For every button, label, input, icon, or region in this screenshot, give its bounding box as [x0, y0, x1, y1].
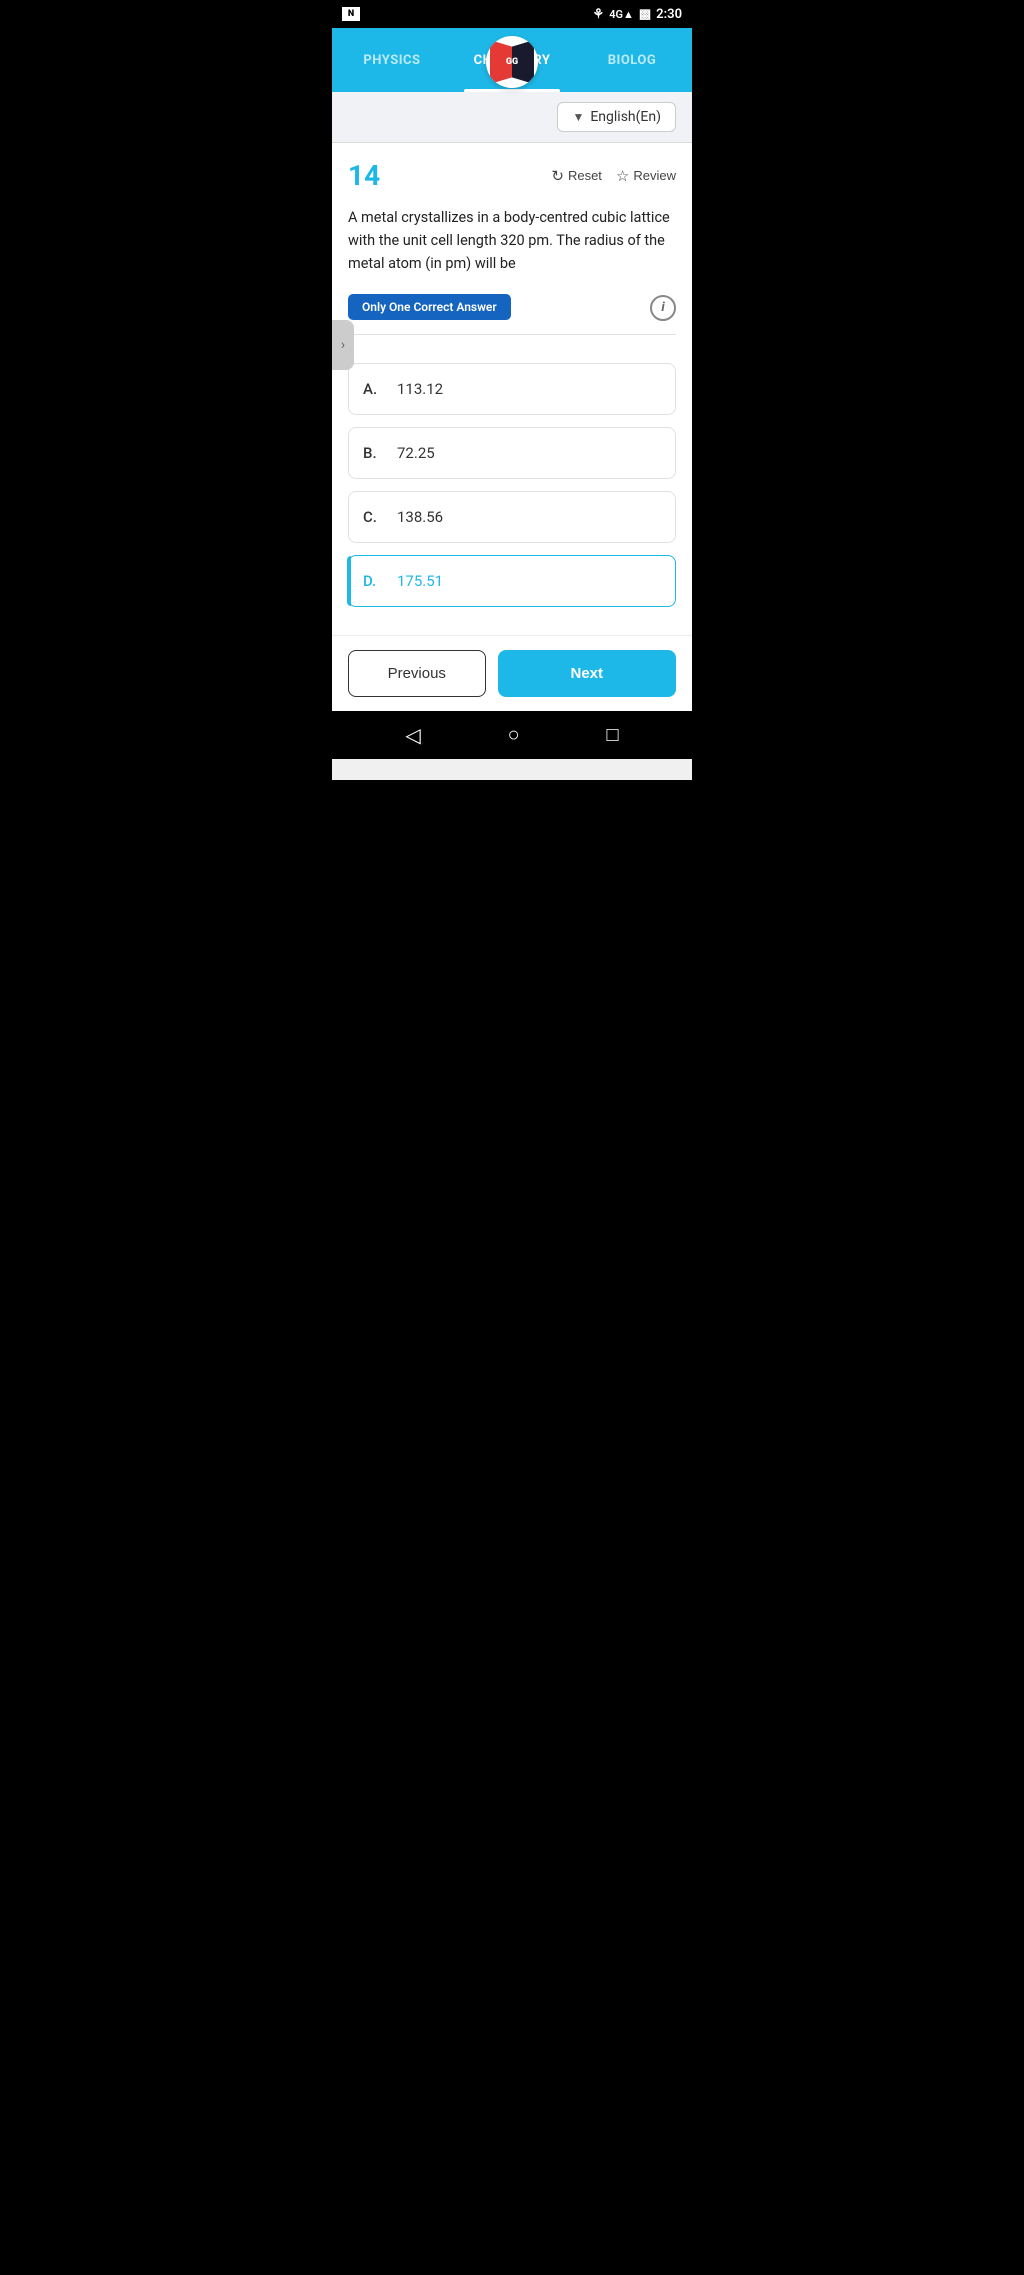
signal-icon: 4G▲ — [609, 8, 634, 21]
language-bar: ▼ English(En) — [332, 92, 692, 143]
nav-buttons: Previous Next — [332, 635, 692, 711]
question-number: 14 — [348, 159, 380, 192]
recents-icon[interactable]: □ — [606, 722, 618, 747]
chevron-down-icon: ▼ — [572, 110, 584, 124]
next-button[interactable]: Next — [498, 650, 677, 697]
app-logo: GG — [486, 36, 538, 88]
question-text: A metal crystallizes in a body-centred c… — [348, 206, 676, 276]
option-c-value: 138.56 — [397, 508, 443, 526]
option-b-value: 72.25 — [397, 444, 435, 462]
language-label: English(En) — [590, 109, 661, 125]
battery-icon: ▩ — [639, 7, 651, 22]
answer-type-badge: Only One Correct Answer — [348, 294, 511, 320]
reset-label: Reset — [568, 168, 602, 183]
back-icon[interactable]: ◁ — [405, 723, 420, 747]
option-d-letter: D. — [363, 572, 383, 590]
language-selector[interactable]: ▼ English(En) — [557, 102, 676, 132]
side-handle[interactable]: › — [332, 320, 354, 370]
option-a-letter: A. — [363, 380, 383, 398]
tab-physics[interactable]: PHYSICS — [332, 28, 452, 92]
question-header: 14 ↻ Reset ☆ Review — [348, 159, 676, 192]
logo-text: GG — [506, 57, 518, 67]
review-label: Review — [633, 168, 676, 183]
badge-row: Only One Correct Answer i — [348, 294, 676, 324]
status-bar: N ⚘ 4G▲ ▩ 2:30 — [332, 0, 692, 28]
divider — [348, 334, 676, 335]
status-left: N — [342, 7, 360, 21]
option-a[interactable]: A. 113.12 — [348, 363, 676, 415]
status-right: ⚘ 4G▲ ▩ 2:30 — [593, 7, 682, 22]
reset-button[interactable]: ↻ Reset — [551, 167, 602, 185]
time-display: 2:30 — [656, 7, 682, 22]
info-icon-wrap: i — [650, 295, 676, 321]
question-actions: ↻ Reset ☆ Review — [551, 167, 676, 185]
tab-biology-label: BIOLOG — [608, 53, 657, 68]
option-a-value: 113.12 — [397, 380, 443, 398]
option-c[interactable]: C. 138.56 — [348, 491, 676, 543]
option-d-value: 175.51 — [397, 572, 443, 590]
reset-icon: ↻ — [551, 167, 564, 185]
tab-biology[interactable]: BIOLOG — [572, 28, 692, 92]
bottom-nav: ◁ ○ □ — [332, 711, 692, 759]
options-area: A. 113.12 B. 72.25 C. 138.56 D. 175.51 — [332, 355, 692, 635]
option-d[interactable]: D. 175.51 — [348, 555, 676, 607]
review-button[interactable]: ☆ Review — [616, 167, 676, 185]
option-b[interactable]: B. 72.25 — [348, 427, 676, 479]
star-icon: ☆ — [616, 167, 629, 185]
tab-bar: PHYSICS CHEMISTRY BIOLOG GG — [332, 28, 692, 92]
side-handle-arrow-icon: › — [341, 337, 345, 353]
option-c-letter: C. — [363, 508, 383, 526]
question-area: 14 ↻ Reset ☆ Review A metal crystallizes… — [332, 143, 692, 355]
logo-inner: GG — [490, 40, 534, 84]
option-b-letter: B. — [363, 444, 383, 462]
bluetooth-icon: ⚘ — [593, 7, 605, 22]
home-icon[interactable]: ○ — [508, 722, 520, 747]
previous-button[interactable]: Previous — [348, 650, 486, 697]
tab-physics-label: PHYSICS — [363, 53, 420, 68]
info-icon[interactable]: i — [650, 295, 676, 321]
n-logo-icon: N — [342, 7, 360, 21]
